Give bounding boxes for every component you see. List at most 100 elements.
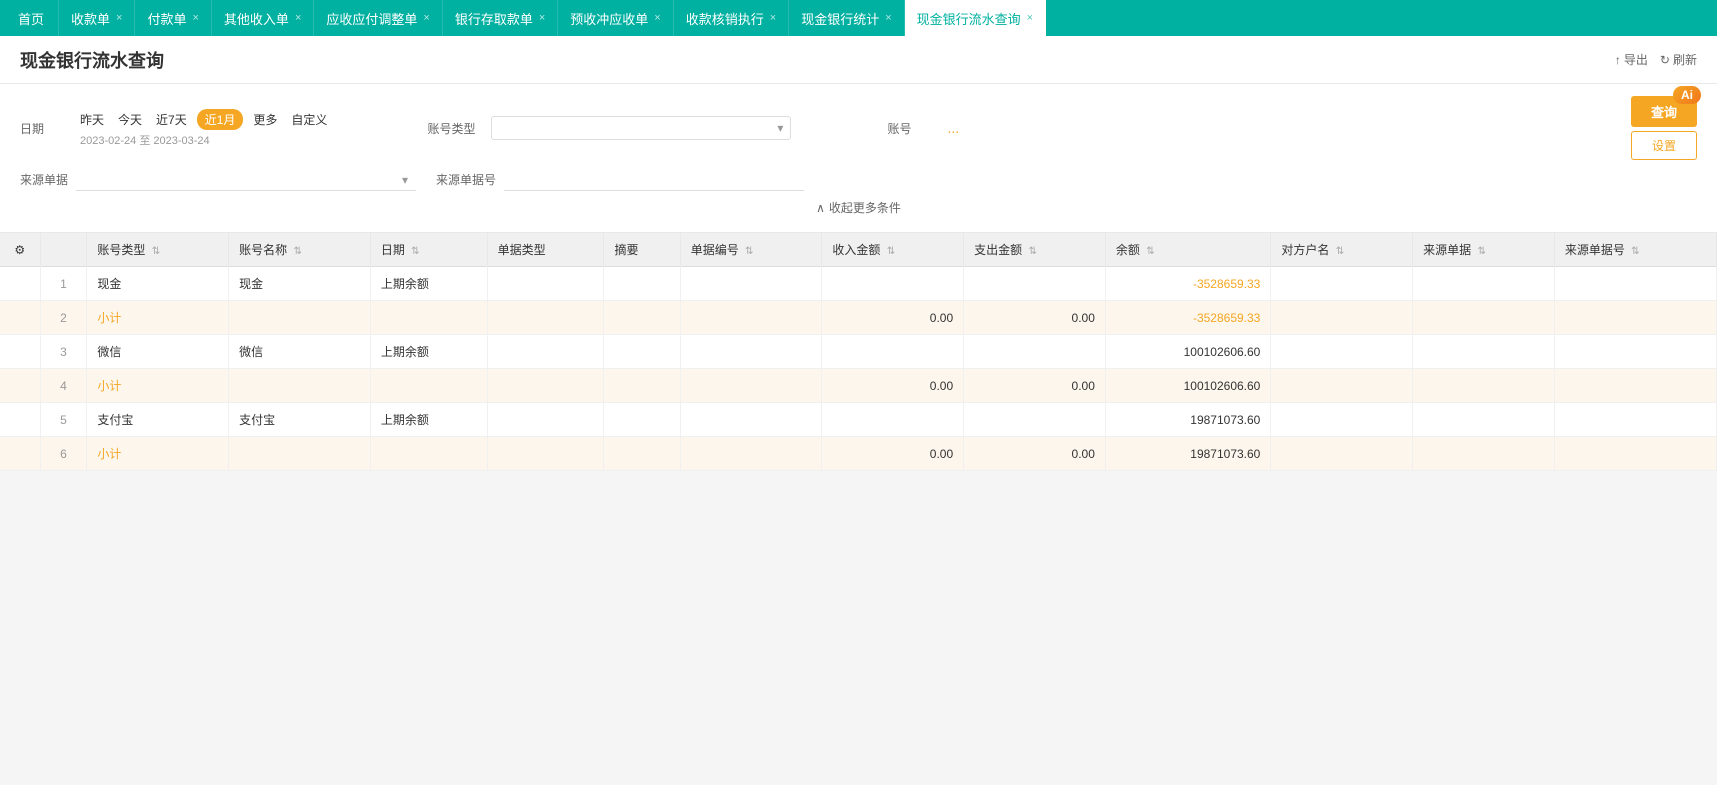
row-income: 0.00 — [822, 369, 964, 403]
close-icon[interactable]: × — [1027, 12, 1033, 24]
header-actions: ↑ 导出 ↻ 刷新 — [1615, 51, 1697, 68]
table-row: 6小计0.000.0019871073.60 — [0, 437, 1717, 471]
sort-icon: ⇅ — [887, 246, 895, 257]
close-icon[interactable]: × — [192, 12, 198, 24]
row-date — [370, 369, 487, 403]
close-icon[interactable]: × — [770, 12, 776, 24]
date-opt-custom[interactable]: 自定义 — [287, 110, 331, 129]
col-expense[interactable]: 支出金额 ⇅ — [964, 233, 1106, 267]
nav-tab-advance-writeoff[interactable]: 预收冲应收单 × — [558, 0, 673, 36]
row-account-type: 现金 — [87, 267, 229, 301]
account-type-label: 账号类型 — [427, 120, 475, 137]
nav-home[interactable]: 首页 — [4, 0, 59, 36]
nav-tab-collection-exec[interactable]: 收款核销执行 × — [674, 0, 789, 36]
col-balance[interactable]: 余额 ⇅ — [1105, 233, 1270, 267]
row-account-name: 现金 — [229, 267, 371, 301]
collapse-filter-button[interactable]: ∧ 收起更多条件 — [20, 195, 1697, 220]
col-income[interactable]: 收入金额 ⇅ — [822, 233, 964, 267]
col-doc-no[interactable]: 单据编号 ⇅ — [680, 233, 822, 267]
table-container: ⚙ 账号类型 ⇅ 账号名称 ⇅ 日期 ⇅ 单据类型 摘要 单据编号 ⇅ 收入金额… — [0, 233, 1717, 471]
close-icon[interactable]: × — [116, 12, 122, 24]
nav-tab-payment[interactable]: 付款单 × — [135, 0, 211, 36]
nav-tab-other-income[interactable]: 其他收入单 × — [212, 0, 314, 36]
close-icon[interactable]: × — [885, 12, 891, 24]
row-date: 上期余额 — [370, 267, 487, 301]
ai-badge[interactable]: Ai — [1673, 86, 1701, 104]
sort-icon: ⇅ — [1336, 246, 1344, 257]
row-gear-cell — [0, 267, 40, 301]
nav-tab-ar-adjustment[interactable]: 应收应付调整单 × — [314, 0, 442, 36]
row-doc-type — [487, 403, 604, 437]
account-type-select[interactable] — [491, 116, 791, 140]
date-opt-more[interactable]: 更多 — [249, 110, 281, 129]
row-gear-cell — [0, 301, 40, 335]
table-row: 3微信微信上期余额100102606.60 — [0, 335, 1717, 369]
row-account-name — [229, 369, 371, 403]
row-expense — [964, 335, 1106, 369]
row-balance: -3528659.33 — [1105, 267, 1270, 301]
col-source-doc-no[interactable]: 来源单据号 ⇅ — [1554, 233, 1716, 267]
row-summary — [604, 403, 680, 437]
date-opt-today[interactable]: 今天 — [114, 110, 146, 129]
date-opt-1month[interactable]: 近1月 — [197, 109, 244, 130]
date-opt-7days[interactable]: 近7天 — [152, 110, 191, 129]
row-index: 2 — [40, 301, 87, 335]
row-index: 1 — [40, 267, 87, 301]
row-counter-party — [1271, 301, 1413, 335]
table-row: 5支付宝支付宝上期余额19871073.60 — [0, 403, 1717, 437]
col-source-doc[interactable]: 来源单据 ⇅ — [1413, 233, 1555, 267]
col-date[interactable]: 日期 ⇅ — [370, 233, 487, 267]
nav-tab-receipt[interactable]: 收款单 × — [59, 0, 135, 36]
row-counter-party — [1271, 267, 1413, 301]
row-account-type: 微信 — [87, 335, 229, 369]
row-source-doc-no — [1554, 335, 1716, 369]
nav-tab-cash-bank-stat[interactable]: 现金银行统计 × — [789, 0, 904, 36]
col-doc-type: 单据类型 — [487, 233, 604, 267]
close-icon[interactable]: × — [539, 12, 545, 24]
row-index: 6 — [40, 437, 87, 471]
row-expense: 0.00 — [964, 301, 1106, 335]
settings-button[interactable]: 设置 — [1631, 131, 1697, 160]
date-options: 昨天 今天 近7天 近1月 更多 自定义 — [76, 109, 331, 130]
row-counter-party — [1271, 403, 1413, 437]
top-nav: 首页 收款单 × 付款单 × 其他收入单 × 应收应付调整单 × 银行存取款单 … — [0, 0, 1717, 36]
row-doc-no — [680, 403, 822, 437]
sort-icon: ⇅ — [1146, 246, 1154, 257]
col-counter-party[interactable]: 对方户名 ⇅ — [1271, 233, 1413, 267]
gear-icon[interactable]: ⚙ — [14, 243, 25, 257]
export-button[interactable]: ↑ 导出 — [1615, 51, 1648, 68]
row-source-doc-no — [1554, 403, 1716, 437]
nav-tab-cash-bank-flow[interactable]: 现金银行流水查询 × — [905, 0, 1046, 36]
date-range-display: 2023-02-24 至 2023-03-24 — [80, 132, 331, 148]
row-source-doc-no — [1554, 267, 1716, 301]
col-account-type[interactable]: 账号类型 ⇅ — [87, 233, 229, 267]
col-gear[interactable]: ⚙ — [0, 233, 40, 267]
row-index: 3 — [40, 335, 87, 369]
close-icon[interactable]: × — [423, 12, 429, 24]
close-icon[interactable]: × — [295, 12, 301, 24]
col-account-name[interactable]: 账号名称 ⇅ — [229, 233, 371, 267]
row-doc-type — [487, 369, 604, 403]
account-type-select-wrapper — [491, 116, 791, 140]
row-account-type: 小计 — [87, 369, 229, 403]
refresh-button[interactable]: ↻ 刷新 — [1660, 51, 1697, 68]
row-summary — [604, 301, 680, 335]
source-doc-select-wrapper — [76, 168, 416, 191]
row-expense: 0.00 — [964, 369, 1106, 403]
table-row: 2小计0.000.00-3528659.33 — [0, 301, 1717, 335]
account-no-dots-button[interactable]: ... — [943, 120, 963, 136]
row-summary — [604, 437, 680, 471]
row-account-type: 支付宝 — [87, 403, 229, 437]
close-icon[interactable]: × — [654, 12, 660, 24]
source-doc-select[interactable] — [76, 168, 416, 191]
source-doc-no-input[interactable] — [504, 168, 804, 191]
page-header: 现金银行流水查询 ↑ 导出 ↻ 刷新 Ai — [0, 36, 1717, 84]
sort-icon: ⇅ — [1631, 246, 1639, 257]
row-doc-no — [680, 301, 822, 335]
row-date — [370, 437, 487, 471]
nav-tab-bank-deposit[interactable]: 银行存取款单 × — [443, 0, 558, 36]
row-doc-no — [680, 437, 822, 471]
sort-icon: ⇅ — [411, 246, 419, 257]
table-row: 1现金现金上期余额-3528659.33 — [0, 267, 1717, 301]
date-opt-yesterday[interactable]: 昨天 — [76, 110, 108, 129]
